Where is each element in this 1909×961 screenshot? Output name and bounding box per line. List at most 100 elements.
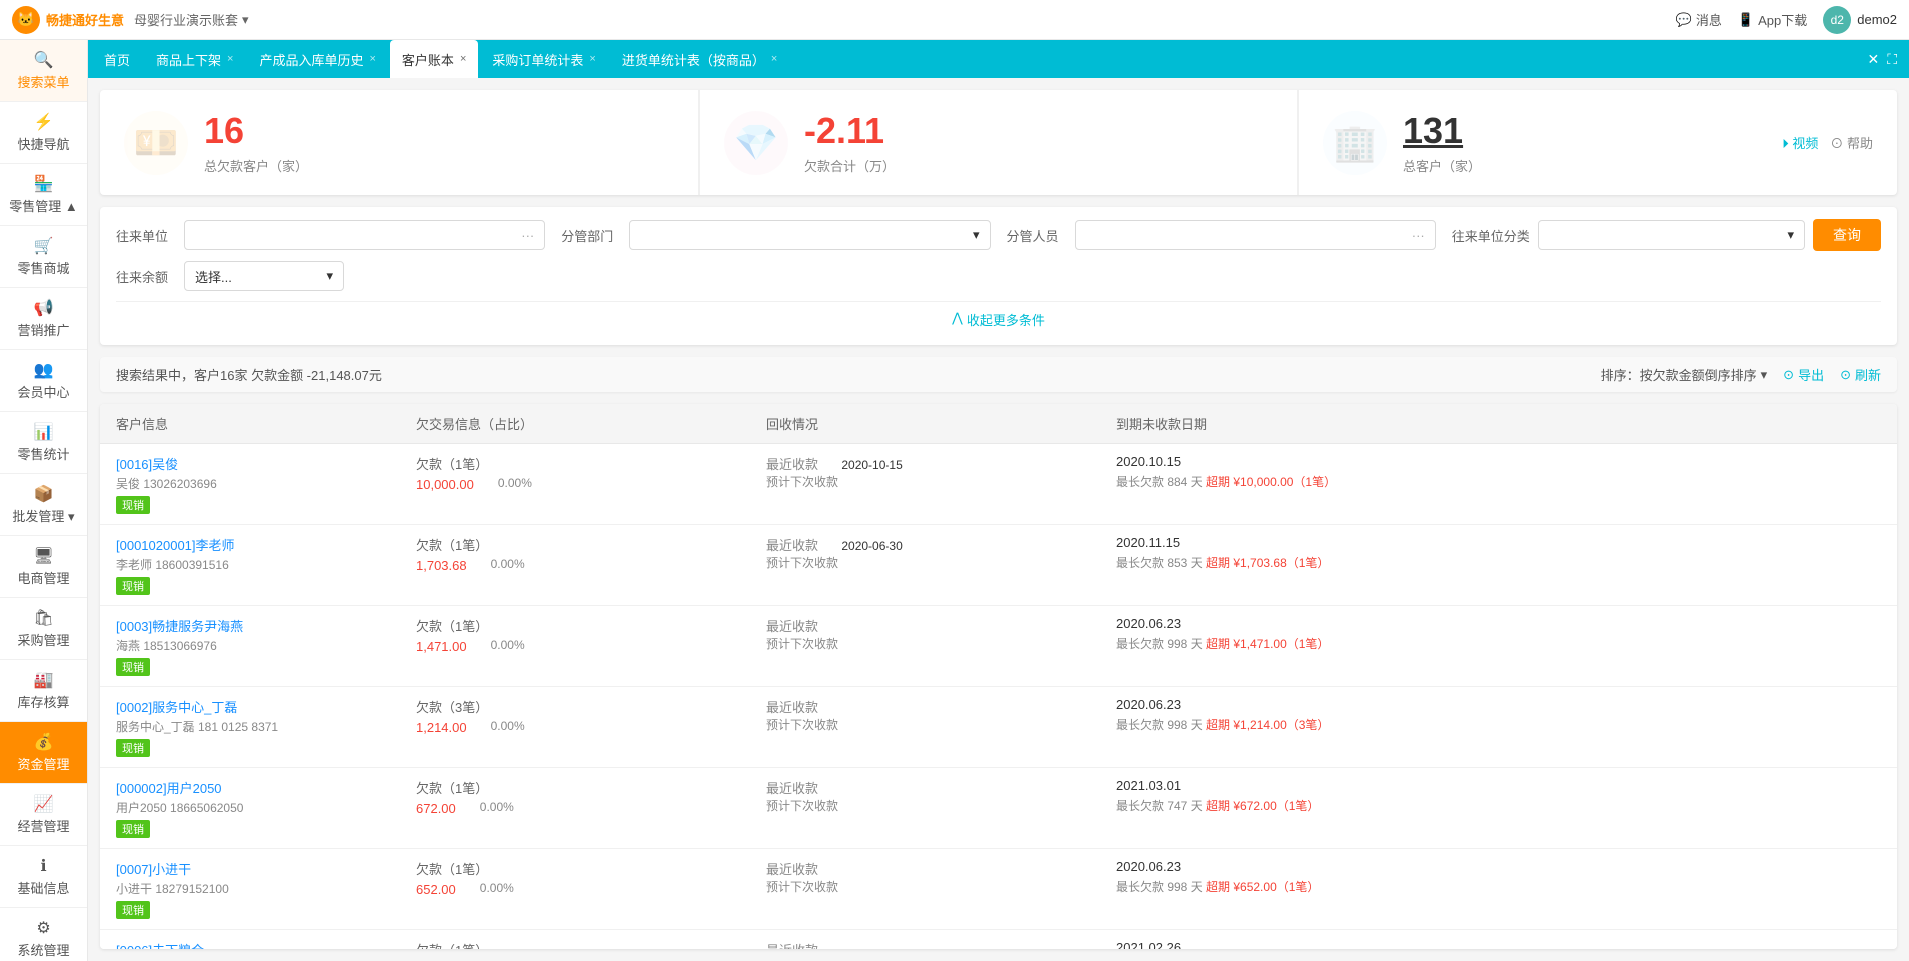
debt-amount-5[interactable]: 652.00: [416, 882, 456, 897]
sidebar-item-system[interactable]: ⚙ 系统管理: [0, 908, 87, 961]
tab-customer[interactable]: 客户账本 ×: [390, 40, 478, 78]
tab-purchase[interactable]: 采购订单统计表 ×: [480, 40, 607, 78]
sidebar-item-purchase-mgmt[interactable]: 🛍 采购管理: [0, 598, 87, 660]
ecommerce-icon: 🖥: [0, 546, 87, 566]
tab-purchase-close[interactable]: ×: [589, 53, 595, 65]
debt-percent-5: 0.00%: [480, 881, 514, 895]
video-btn[interactable]: ⏵ 视频: [1782, 133, 1818, 152]
debt-amount-2[interactable]: 1,471.00: [416, 639, 467, 654]
debt-percent-3: 0.00%: [491, 719, 525, 733]
customer-name-6[interactable]: [0006]去下粮仓: [116, 940, 384, 949]
store-selector[interactable]: 母婴行业演示账套 ▾: [134, 10, 249, 29]
stat-label-debt-total: 欠款合计（万）: [804, 156, 895, 175]
sort-selector[interactable]: 排序：按欠款金额倒序排序 ▾: [1601, 365, 1768, 384]
table-row: [0002]服务中心_丁磊 服务中心_丁磊 181 0125 8371 现销 欠…: [100, 687, 1897, 768]
tab-incoming[interactable]: 进货单统计表（按商品） ×: [610, 40, 789, 78]
user-name: demo2: [1857, 12, 1897, 27]
message-label: 消息: [1696, 10, 1722, 29]
sidebar-item-ecommerce[interactable]: 🖥 电商管理: [0, 536, 87, 598]
table-row: [0006]去下粮仓 陈小希 现销 欠款（1笔） 455.90 0.00% 最近…: [100, 930, 1897, 949]
tab-home[interactable]: 首页: [92, 40, 142, 78]
overdue-amount-5[interactable]: 超期 ¥652.00（1笔）: [1206, 880, 1319, 894]
customer-name-1[interactable]: [0001020001]李老师: [116, 535, 384, 554]
export-btn[interactable]: ⊙ 导出: [1783, 365, 1824, 384]
refresh-btn[interactable]: ⊙ 刷新: [1840, 365, 1881, 384]
app-download-btn[interactable]: 📱 App下载: [1738, 10, 1807, 29]
filter-select-balance[interactable]: 选择... ▾: [184, 261, 344, 291]
sidebar-item-warehouse[interactable]: 🏭 库存核算: [0, 660, 87, 722]
sort-label: 排序：按欠款金额倒序排序: [1601, 365, 1757, 384]
debt-amount-1[interactable]: 1,703.68: [416, 558, 467, 573]
tab-goods-close[interactable]: ×: [227, 53, 233, 65]
tab-expand-icon[interactable]: ⛶: [1887, 51, 1897, 68]
collection-label-2: 最近收款: [766, 616, 1084, 635]
sidebar-item-retail-mall[interactable]: 🛒 零售商城: [0, 226, 87, 288]
debt-amount-0[interactable]: 10,000.00: [416, 477, 474, 492]
query-button[interactable]: 查询: [1813, 219, 1881, 251]
td-due-1: 2020.11.15 最长欠款 853 天 超期 ¥1,703.68（1笔）: [1100, 525, 1897, 605]
store-arrow: ▾: [242, 12, 249, 28]
filter-select-unit-type[interactable]: ▾: [1538, 220, 1805, 250]
debt-amount-3[interactable]: 1,214.00: [416, 720, 467, 735]
tab-goods[interactable]: 商品上下架 ×: [144, 40, 245, 78]
td-due-5: 2020.06.23 最长欠款 998 天 超期 ¥652.00（1笔）: [1100, 849, 1897, 929]
filter-input-from-unit[interactable]: ···: [184, 220, 545, 250]
overdue-amount-2[interactable]: 超期 ¥1,471.00（1笔）: [1206, 637, 1329, 651]
table-row: [0016]吴俊 吴俊 13026203696 现销 欠款（1笔） 10,000…: [100, 444, 1897, 525]
tab-customer-close[interactable]: ×: [460, 53, 466, 65]
sidebar-item-member[interactable]: 👥 会员中心: [0, 350, 87, 412]
debt-amount-4[interactable]: 672.00: [416, 801, 456, 816]
td-due-2: 2020.06.23 最长欠款 998 天 超期 ¥1,471.00（1笔）: [1100, 606, 1897, 686]
sidebar-item-operation[interactable]: 📈 经营管理: [0, 784, 87, 846]
customer-tag-1: 现销: [116, 577, 150, 595]
help-btn[interactable]: ⊙ 帮助: [1830, 133, 1873, 152]
sidebar-item-search[interactable]: 🔍 搜索菜单: [0, 40, 87, 102]
table-row: [000002]用户2050 用户2050 18665062050 现销 欠款（…: [100, 768, 1897, 849]
td-debt-3: 欠款（3笔） 1,214.00 0.00%: [400, 687, 750, 767]
filter-label-from-unit: 往来单位: [116, 226, 176, 245]
overdue-amount-1[interactable]: 超期 ¥1,703.68（1笔）: [1206, 556, 1329, 570]
customer-name-0[interactable]: [0016]吴俊: [116, 454, 384, 473]
tab-close-all-icon[interactable]: ✕: [1867, 51, 1879, 68]
overdue-amount-3[interactable]: 超期 ¥1,214.00（3笔）: [1206, 718, 1329, 732]
overdue-days-5: 最长欠款 998 天: [1116, 880, 1206, 894]
collapse-row[interactable]: ⋀ 收起更多条件: [116, 301, 1881, 333]
sidebar-item-basic-info[interactable]: ℹ 基础信息: [0, 846, 87, 908]
layout: 🔍 搜索菜单 ⚡ 快捷导航 🏪 零售管理 ▲ 🛒 零售商城 📢 营销推广 👥 会…: [0, 40, 1909, 961]
customer-name-5[interactable]: [0007]小进干: [116, 859, 384, 878]
debt-percent-1: 0.00%: [491, 557, 525, 571]
sidebar-label-member: 会员中心: [17, 385, 69, 400]
tab-production-close[interactable]: ×: [369, 53, 375, 65]
customer-tag-0: 现销: [116, 496, 150, 514]
filter-label-person: 分管人员: [1007, 226, 1067, 245]
customer-name-2[interactable]: [0003]畅捷服务尹海燕: [116, 616, 384, 635]
overdue-amount-0[interactable]: 超期 ¥10,000.00（1笔）: [1206, 475, 1336, 489]
due-date-1: 2020.11.15: [1116, 535, 1881, 550]
sidebar-item-finance[interactable]: 💰 资金管理: [0, 722, 87, 784]
td-collection-0: 最近收款 2020-10-15 预计下次收款: [750, 444, 1100, 524]
tab-incoming-close[interactable]: ×: [771, 53, 777, 65]
sidebar-item-retail-stats[interactable]: 📊 零售统计: [0, 412, 87, 474]
sidebar-item-retail-mgmt[interactable]: 🏪 零售管理 ▲: [0, 164, 87, 226]
collection-label-1: 最近收款 2020-06-30: [766, 535, 1084, 554]
tab-production-label: 产成品入库单历史: [259, 50, 363, 69]
filter-select-dept[interactable]: ▾: [629, 220, 990, 250]
tab-production[interactable]: 产成品入库单历史 ×: [247, 40, 387, 78]
purchase-mgmt-icon: 🛍: [0, 608, 87, 628]
customer-name-3[interactable]: [0002]服务中心_丁磊: [116, 697, 384, 716]
summary-text: 搜索结果中，客户16家 欠款金额 -21,148.07元: [116, 365, 382, 384]
table-container: 客户信息 欠交易信息（占比） 回收情况 到期未收款日期 [0016]吴俊 吴俊 …: [100, 404, 1897, 949]
debt-desc-4: 欠款（1笔）: [416, 778, 734, 797]
customer-name-4[interactable]: [000002]用户2050: [116, 778, 384, 797]
sidebar-item-quicknav[interactable]: ⚡ 快捷导航: [0, 102, 87, 164]
overdue-amount-4[interactable]: 超期 ¥672.00（1笔）: [1206, 799, 1319, 813]
user-area[interactable]: d2 demo2: [1823, 6, 1897, 34]
filter-input-person[interactable]: ···: [1075, 220, 1436, 250]
sidebar-label-retail-mall: 零售商城: [17, 261, 69, 276]
td-customer-0: [0016]吴俊 吴俊 13026203696 现销: [100, 444, 400, 524]
sidebar-item-batch-mgmt[interactable]: 📦 批发管理 ▾: [0, 474, 87, 536]
td-customer-4: [000002]用户2050 用户2050 18665062050 现销: [100, 768, 400, 848]
sidebar-item-marketing[interactable]: 📢 营销推广: [0, 288, 87, 350]
due-date-5: 2020.06.23: [1116, 859, 1881, 874]
message-btn[interactable]: 💬 消息: [1676, 10, 1722, 29]
